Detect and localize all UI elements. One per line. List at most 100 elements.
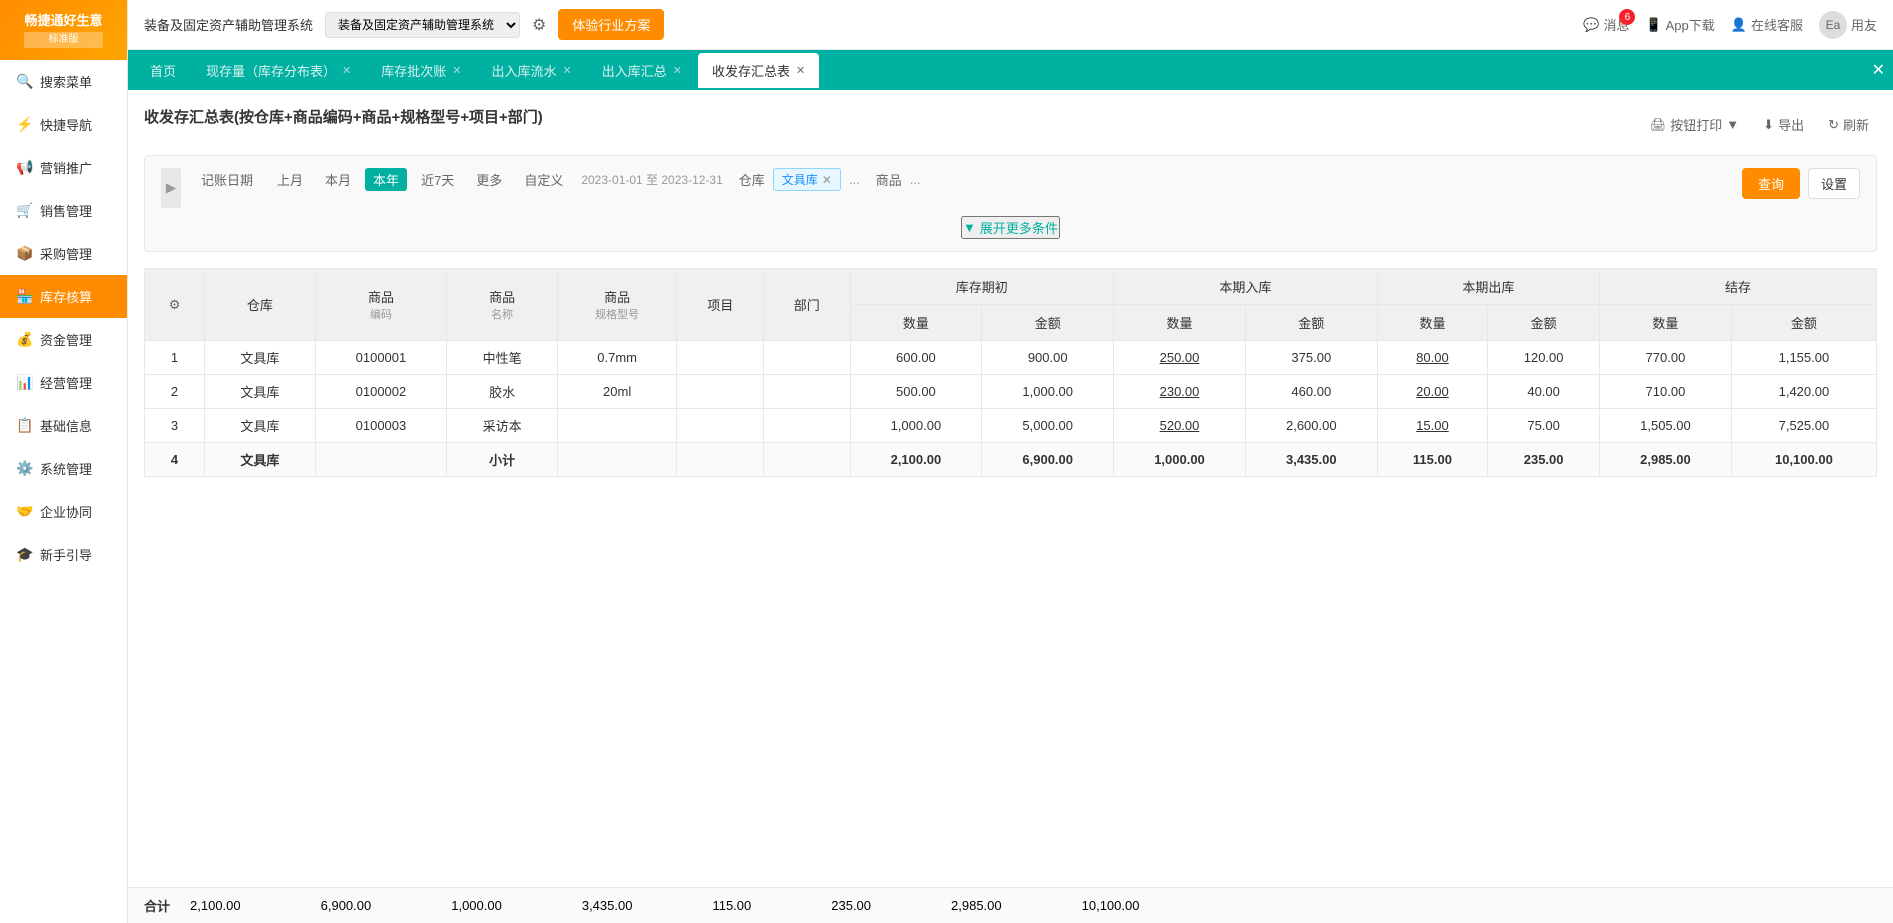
warehouse-tag-remove[interactable]: ✕ xyxy=(822,173,832,187)
search-icon: 🔍 xyxy=(16,73,32,90)
sidebar-item-inventory[interactable]: 🏪 库存核算 xyxy=(0,275,127,318)
sidebar-item-operations[interactable]: 📊 经营管理 xyxy=(0,361,127,404)
cell-spec: 0.7mm xyxy=(557,341,677,375)
cell-opening-qty: 2,100.00 xyxy=(850,443,982,477)
app-download[interactable]: 📱 App下载 xyxy=(1645,15,1714,34)
sidebar-item-basic[interactable]: 📋 基础信息 xyxy=(0,404,127,447)
sidebar-item-finance[interactable]: 💰 资金管理 xyxy=(0,318,127,361)
date-more[interactable]: 更多 xyxy=(468,168,510,191)
out-qty-link[interactable]: 80.00 xyxy=(1416,350,1449,365)
cell-dept xyxy=(763,409,850,443)
cell-in-qty[interactable]: 520.00 xyxy=(1114,409,1246,443)
th-closing-qty: 数量 xyxy=(1600,305,1732,341)
total-opening-amt: 6,900.00 xyxy=(321,898,372,913)
table-row: 3文具库0100003采访本1,000.005,000.00520.002,60… xyxy=(145,409,1877,443)
goods-more[interactable]: ... xyxy=(910,172,921,187)
th-closing-amt: 金额 xyxy=(1731,305,1876,341)
th-settings[interactable]: ⚙ xyxy=(145,269,205,341)
message-badge[interactable]: 💬 消息 6 xyxy=(1583,15,1629,34)
tab-batch-label: 库存批次账 xyxy=(381,61,446,80)
tab-inout-flow[interactable]: 出入库流水 ✕ xyxy=(477,53,585,88)
refresh-btn[interactable]: ↻ 刷新 xyxy=(1820,111,1877,138)
cell-out-qty[interactable]: 80.00 xyxy=(1377,341,1488,375)
cell-name: 胶水 xyxy=(447,375,557,409)
sidebar-item-sales[interactable]: 🛒 销售管理 xyxy=(0,189,127,232)
expand-arrow-icon: ▼ xyxy=(963,220,976,235)
filter-settings-btn[interactable]: 设置 xyxy=(1808,168,1860,199)
avatar: Ea xyxy=(1819,11,1847,39)
warehouse-more[interactable]: ... xyxy=(849,172,860,187)
cell-closing-qty: 770.00 xyxy=(1600,341,1732,375)
sidebar-label-inventory: 库存核算 xyxy=(40,287,92,306)
marketing-icon: 📢 xyxy=(16,159,32,176)
table-row: 2文具库0100002胶水20ml500.001,000.00230.00460… xyxy=(145,375,1877,409)
tab-stock-dist-close[interactable]: ✕ xyxy=(342,64,351,77)
tab-inout-summary-close[interactable]: ✕ xyxy=(673,64,682,77)
date-custom[interactable]: 自定义 xyxy=(516,168,571,191)
sidebar-item-marketing[interactable]: 📢 营销推广 xyxy=(0,146,127,189)
print-icon: 🖨 xyxy=(1650,117,1667,133)
filter-row: 记账日期 上月 本月 本年 近7天 更多 自定义 2023-01-01 至 20… xyxy=(201,168,1730,191)
sidebar-item-system[interactable]: ⚙️ 系统管理 xyxy=(0,447,127,490)
total-out-amt: 235.00 xyxy=(831,898,871,913)
tab-batch[interactable]: 库存批次账 ✕ xyxy=(367,53,475,88)
in-qty-link[interactable]: 230.00 xyxy=(1160,384,1200,399)
out-qty-link[interactable]: 20.00 xyxy=(1416,384,1449,399)
expand-more-btn[interactable]: ▼ 展开更多条件 xyxy=(961,216,1060,239)
cell-closing-qty: 2,985.00 xyxy=(1600,443,1732,477)
tab-receive-summary-close[interactable]: ✕ xyxy=(796,64,805,77)
th-in-qty: 数量 xyxy=(1114,305,1246,341)
tab-receive-summary[interactable]: 收发存汇总表 ✕ xyxy=(698,53,819,88)
system-selector[interactable]: 装备及固定资产辅助管理系统 xyxy=(325,12,520,38)
warehouse-filter: 仓库 文具库 ✕ ... xyxy=(739,168,860,191)
online-service[interactable]: 👤 在线客服 xyxy=(1731,15,1803,34)
collapse-btn[interactable]: ▶ xyxy=(161,168,181,208)
sidebar-item-search[interactable]: 🔍 搜索菜单 xyxy=(0,60,127,103)
cell-project xyxy=(677,341,764,375)
sidebar-item-purchase[interactable]: 📦 采购管理 xyxy=(0,232,127,275)
cell-closing-amt: 10,100.00 xyxy=(1731,443,1876,477)
sidebar: 畅捷通好生意 标准版 🔍 搜索菜单 ⚡ 快捷导航 📢 营销推广 🛒 销售管理 📦… xyxy=(0,0,128,923)
cell-in-qty[interactable]: 230.00 xyxy=(1114,375,1246,409)
cell-spec: 20ml xyxy=(557,375,677,409)
th-in-amt: 金额 xyxy=(1245,305,1377,341)
date-this-year[interactable]: 本年 xyxy=(365,168,407,191)
cell-project xyxy=(677,443,764,477)
in-qty-link[interactable]: 520.00 xyxy=(1160,418,1200,433)
table-settings-icon[interactable]: ⚙ xyxy=(169,297,181,312)
out-qty-link[interactable]: 15.00 xyxy=(1416,418,1449,433)
tab-batch-close[interactable]: ✕ xyxy=(452,64,461,77)
total-closing-amt: 10,100.00 xyxy=(1082,898,1140,913)
date-this-month[interactable]: 本月 xyxy=(317,168,359,191)
tab-inout-flow-label: 出入库流水 xyxy=(491,61,556,80)
in-qty-link[interactable]: 250.00 xyxy=(1160,350,1200,365)
date-7days[interactable]: 近7天 xyxy=(413,168,462,191)
user-menu[interactable]: Ea 用友 xyxy=(1819,11,1877,39)
warehouse-label: 仓库 xyxy=(739,170,765,189)
tab-stock-dist[interactable]: 现存量（库存分布表） ✕ xyxy=(192,53,365,88)
cell-out-qty[interactable]: 15.00 xyxy=(1377,409,1488,443)
experience-btn[interactable]: 体验行业方案 xyxy=(558,9,664,40)
sidebar-item-enterprise[interactable]: 🤝 企业协同 xyxy=(0,490,127,533)
sidebar-item-quick-nav[interactable]: ⚡ 快捷导航 xyxy=(0,103,127,146)
sidebar-item-guide[interactable]: 🎓 新手引导 xyxy=(0,533,127,576)
print-btn[interactable]: 🖨 按钮打印 ▼ xyxy=(1642,111,1747,138)
close-all-tabs[interactable]: ✕ xyxy=(1872,60,1885,80)
data-table: ⚙ 仓库 商品编码 商品名称 商品规格型号 项目 部门 库存期初 本期入库 本期… xyxy=(144,268,1877,477)
warehouse-tag[interactable]: 文具库 ✕ xyxy=(773,168,841,191)
cell-in-qty[interactable]: 250.00 xyxy=(1114,341,1246,375)
tab-inout-summary-label: 出入库汇总 xyxy=(602,61,667,80)
tab-inout-flow-close[interactable]: ✕ xyxy=(563,64,572,77)
export-btn[interactable]: ⬇ 导出 xyxy=(1755,111,1812,138)
export-icon: ⬇ xyxy=(1763,117,1774,133)
user-name: 用友 xyxy=(1851,15,1877,34)
tab-inout-summary[interactable]: 出入库汇总 ✕ xyxy=(588,53,696,88)
cell-out-qty[interactable]: 20.00 xyxy=(1377,375,1488,409)
settings-gear-icon[interactable]: ⚙ xyxy=(532,15,546,35)
date-last-month[interactable]: 上月 xyxy=(269,168,311,191)
cell-no: 3 xyxy=(145,409,205,443)
query-btn[interactable]: 查询 xyxy=(1742,168,1800,199)
tab-home[interactable]: 首页 xyxy=(136,53,190,88)
th-code: 商品编码 xyxy=(315,269,447,341)
cell-opening-amt: 5,000.00 xyxy=(982,409,1114,443)
